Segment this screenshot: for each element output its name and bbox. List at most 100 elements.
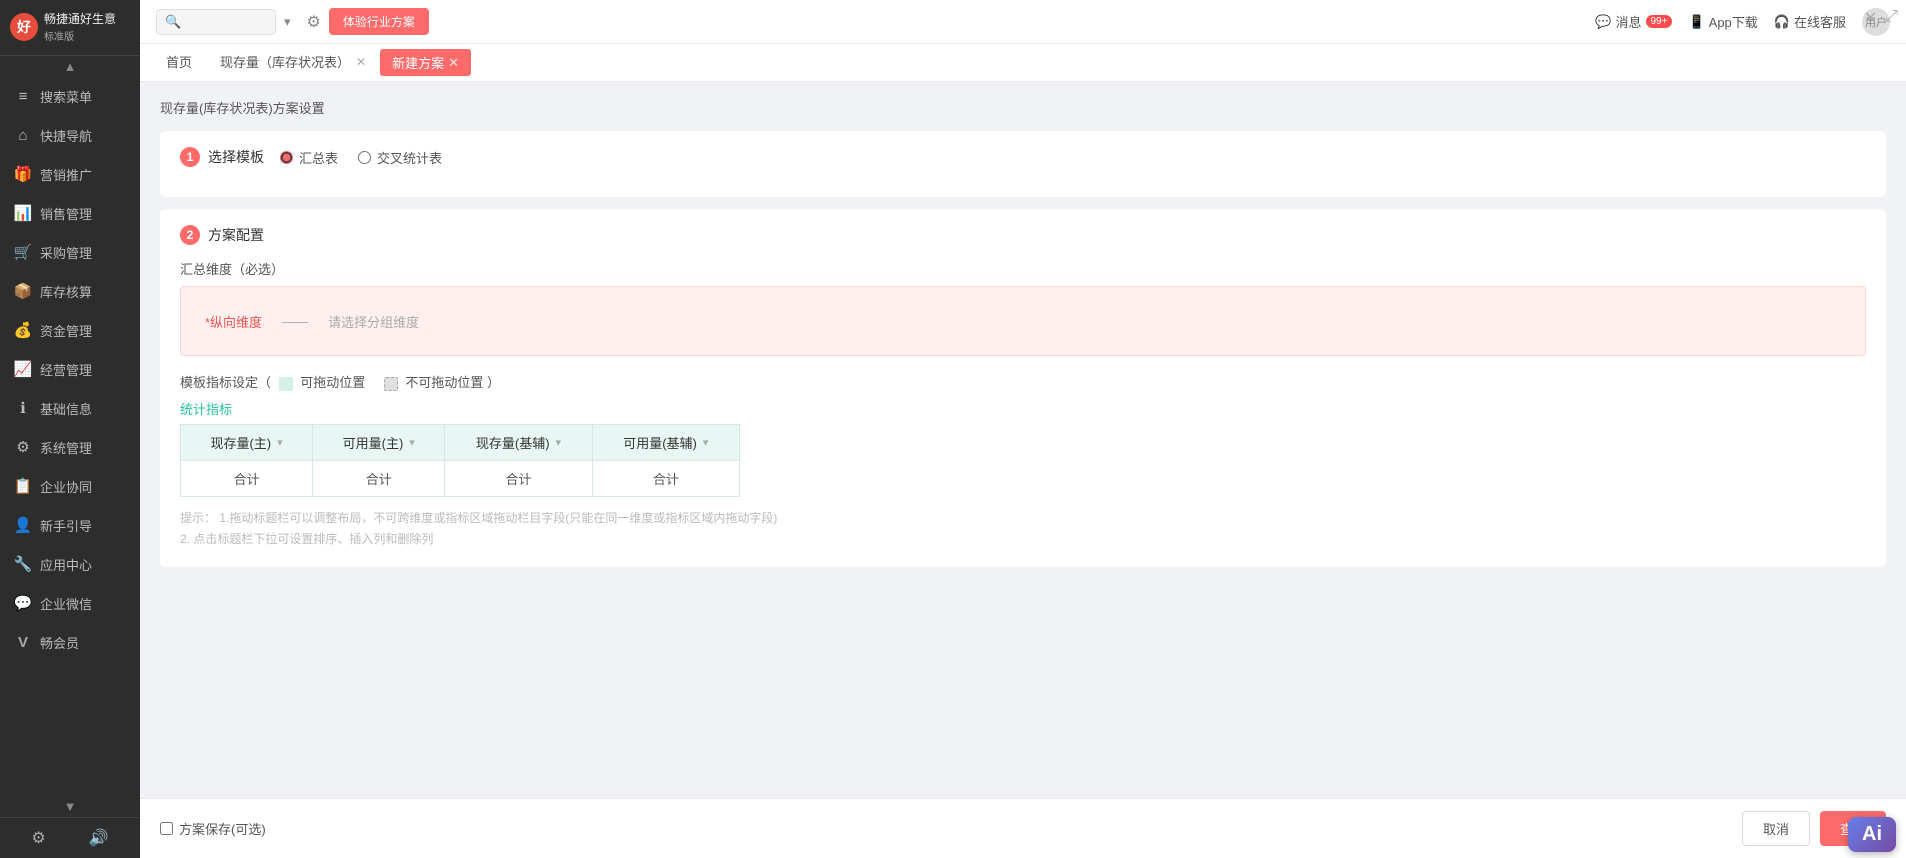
radio-cross[interactable]: 交叉统计表 [358,148,442,167]
main-panel: 🔍 ▾ ⚙ 体验行业方案 💬 消息 99+ 📱 App下载 🎧 在线客服 用户 [140,0,1906,858]
cancel-button[interactable]: 取消 [1742,811,1810,846]
tab-new-close[interactable]: ✕ [448,55,459,71]
tab-home-label: 首页 [166,52,192,71]
sidebar-item-marketing[interactable]: 🎁 营销推广 [0,155,140,194]
sidebar-item-system[interactable]: ⚙ 系统管理 [0,428,140,467]
sidebar-item-basics[interactable]: ℹ 基础信息 [0,389,140,428]
topbar: 🔍 ▾ ⚙ 体验行业方案 💬 消息 99+ 📱 App下载 🎧 在线客服 用户 [140,0,1906,44]
dim-placeholder: 请选择分组维度 [328,312,419,331]
col2-chevron[interactable]: ▾ [409,436,415,449]
draggable-legend-box [279,377,293,391]
trend-icon: 📈 [14,360,32,378]
radio-summary-input[interactable] [280,151,293,164]
vertical-dim-label: *纵向维度 [205,312,262,331]
col-header-2[interactable]: 可用量(主) ▾ [313,425,445,461]
col-header-1[interactable]: 现存量(主) ▾ [181,425,313,461]
sidebar-item-label: 搜索菜单 [40,87,92,106]
indicator-label-text: 模板指标设定（ 可拖动位置 不可拖动位置 ） [180,372,500,391]
save-checkbox[interactable]: 方案保存(可选) [160,819,266,838]
indicator-row: 模板指标设定（ 可拖动位置 不可拖动位置 ） 统计指标 [180,372,1866,497]
dimension-area[interactable]: *纵向维度 —— 请选择分组维度 [180,286,1866,356]
message-button[interactable]: 💬 消息 99+ [1595,12,1672,31]
section2-card: 2 方案配置 汇总维度（必选） *纵向维度 —— 请选择分组维度 模板指标设定（… [160,209,1886,567]
nodrag-legend-label: 不可拖动位置 [405,375,483,390]
col4-chevron[interactable]: ▾ [703,436,709,449]
indicator-label: 模板指标设定（ 可拖动位置 不可拖动位置 ） [180,372,1866,391]
app-download-label: App下载 [1709,12,1758,31]
tips-area: 提示： 1.拖动标题栏可以调整布局，不可跨维度或指标区域拖动栏目字段(只能在同一… [180,509,1866,547]
col-header-4[interactable]: 可用量(基辅) ▾ [592,425,739,461]
tab-inventory-close[interactable]: ✕ [356,55,366,69]
expand-panel-icon[interactable]: ⤢ [1885,8,1898,28]
phone-icon: 📱 [1688,14,1704,30]
section1-header: 1 选择模板 汇总表 交叉统计表 [180,147,1866,167]
indicator-label-suffix: ） [487,375,500,390]
col4-label: 可用量(基辅) [623,433,697,452]
section1-card: 1 选择模板 汇总表 交叉统计表 [160,131,1886,197]
sidebar-item-label: 系统管理 [40,438,92,457]
sidebar-item-label: 基础信息 [40,399,92,418]
sidebar-item-management[interactable]: 📈 经营管理 [0,350,140,389]
sidebar-item-search[interactable]: ≡ 搜索菜单 [0,77,140,116]
sidebar-item-finance[interactable]: 💰 资金管理 [0,311,140,350]
dropdown-icon[interactable]: ▾ [284,14,291,30]
tab-home[interactable]: 首页 [152,44,206,81]
customer-service-label: 在线客服 [1794,12,1846,31]
industry-solution-button[interactable]: 体验行业方案 [329,8,429,35]
sidebar-item-member[interactable]: V 畅会员 [0,623,140,662]
sidebar-item-label: 销售管理 [40,204,92,223]
dim-dash: —— [282,314,308,329]
col1-chevron[interactable]: ▾ [277,436,283,449]
ai-badge[interactable]: Ai [1848,817,1896,852]
close-panel-icon[interactable]: ✕ [1864,8,1877,28]
cell-4: 合计 [592,461,739,497]
aggregate-label: 汇总维度（必选） [180,259,1866,278]
sidebar-scroll-down[interactable]: ▼ [0,796,140,817]
gift-icon: 🎁 [14,165,32,183]
app-download-button[interactable]: 📱 App下载 [1688,12,1757,31]
radio-summary[interactable]: 汇总表 [280,148,338,167]
save-checkbox-input[interactable] [160,822,173,835]
collab-icon: 📋 [14,477,32,495]
message-badge: 99+ [1646,15,1673,28]
sidebar-scroll-up[interactable]: ▲ [0,56,140,77]
radio-summary-label: 汇总表 [299,148,338,167]
col3-chevron[interactable]: ▾ [556,436,562,449]
template-radio-group: 汇总表 交叉统计表 [280,148,442,167]
sidebar-item-sales[interactable]: 📊 销售管理 [0,194,140,233]
nodrag-legend-box [384,377,398,391]
sidebar-item-label: 企业微信 [40,594,92,613]
sidebar-item-label: 企业协同 [40,477,92,496]
box-icon: 📦 [14,282,32,300]
sidebar-item-label: 经营管理 [40,360,92,379]
tab-new-plan[interactable]: 新建方案 ✕ [380,49,471,76]
tab-inventory[interactable]: 现存量（库存状况表） ✕ [206,44,380,81]
sidebar-item-collab[interactable]: 📋 企业协同 [0,467,140,506]
sidebar-item-label: 库存核算 [40,282,92,301]
sound-icon[interactable]: 🔊 [89,828,109,848]
settings-icon[interactable]: ⚙ [31,828,45,848]
settings-icon[interactable]: ⚙ [307,12,321,32]
cell-1: 合计 [181,461,313,497]
sidebar-item-quicknav[interactable]: ⌂ 快捷导航 [0,116,140,155]
radio-cross-input[interactable] [358,151,371,164]
chart-icon: 📊 [14,204,32,222]
sidebar-item-purchase[interactable]: 🛒 采购管理 [0,233,140,272]
message-icon: 💬 [1595,14,1611,30]
sidebar: 好 畅捷通好生意 标准版 ▲ ≡ 搜索菜单 ⌂ 快捷导航 🎁 营销推广 📊 销售… [0,0,140,858]
sidebar-item-label: 应用中心 [40,555,92,574]
sidebar-item-apps[interactable]: 🔧 应用中心 [0,545,140,584]
col-header-3[interactable]: 现存量(基辅) ▾ [445,425,592,461]
topbar-right: 💬 消息 99+ 📱 App下载 🎧 在线客服 用户 [1595,8,1890,36]
sidebar-item-wechat[interactable]: 💬 企业微信 [0,584,140,623]
sidebar-item-guide[interactable]: 👤 新手引导 [0,506,140,545]
sidebar-item-label: 资金管理 [40,321,92,340]
tip-2: 2. 点击标题栏下拉可设置排序、插入列和删除列 [180,530,1866,547]
customer-service-button[interactable]: 🎧 在线客服 [1774,12,1846,31]
col3-label: 现存量(基辅) [476,433,550,452]
search-box[interactable]: 🔍 [156,9,276,35]
sidebar-item-inventory[interactable]: 📦 库存核算 [0,272,140,311]
logo-text: 畅捷通好生意 [44,12,116,28]
sidebar-item-label: 营销推广 [40,165,92,184]
search-input[interactable] [185,15,265,29]
